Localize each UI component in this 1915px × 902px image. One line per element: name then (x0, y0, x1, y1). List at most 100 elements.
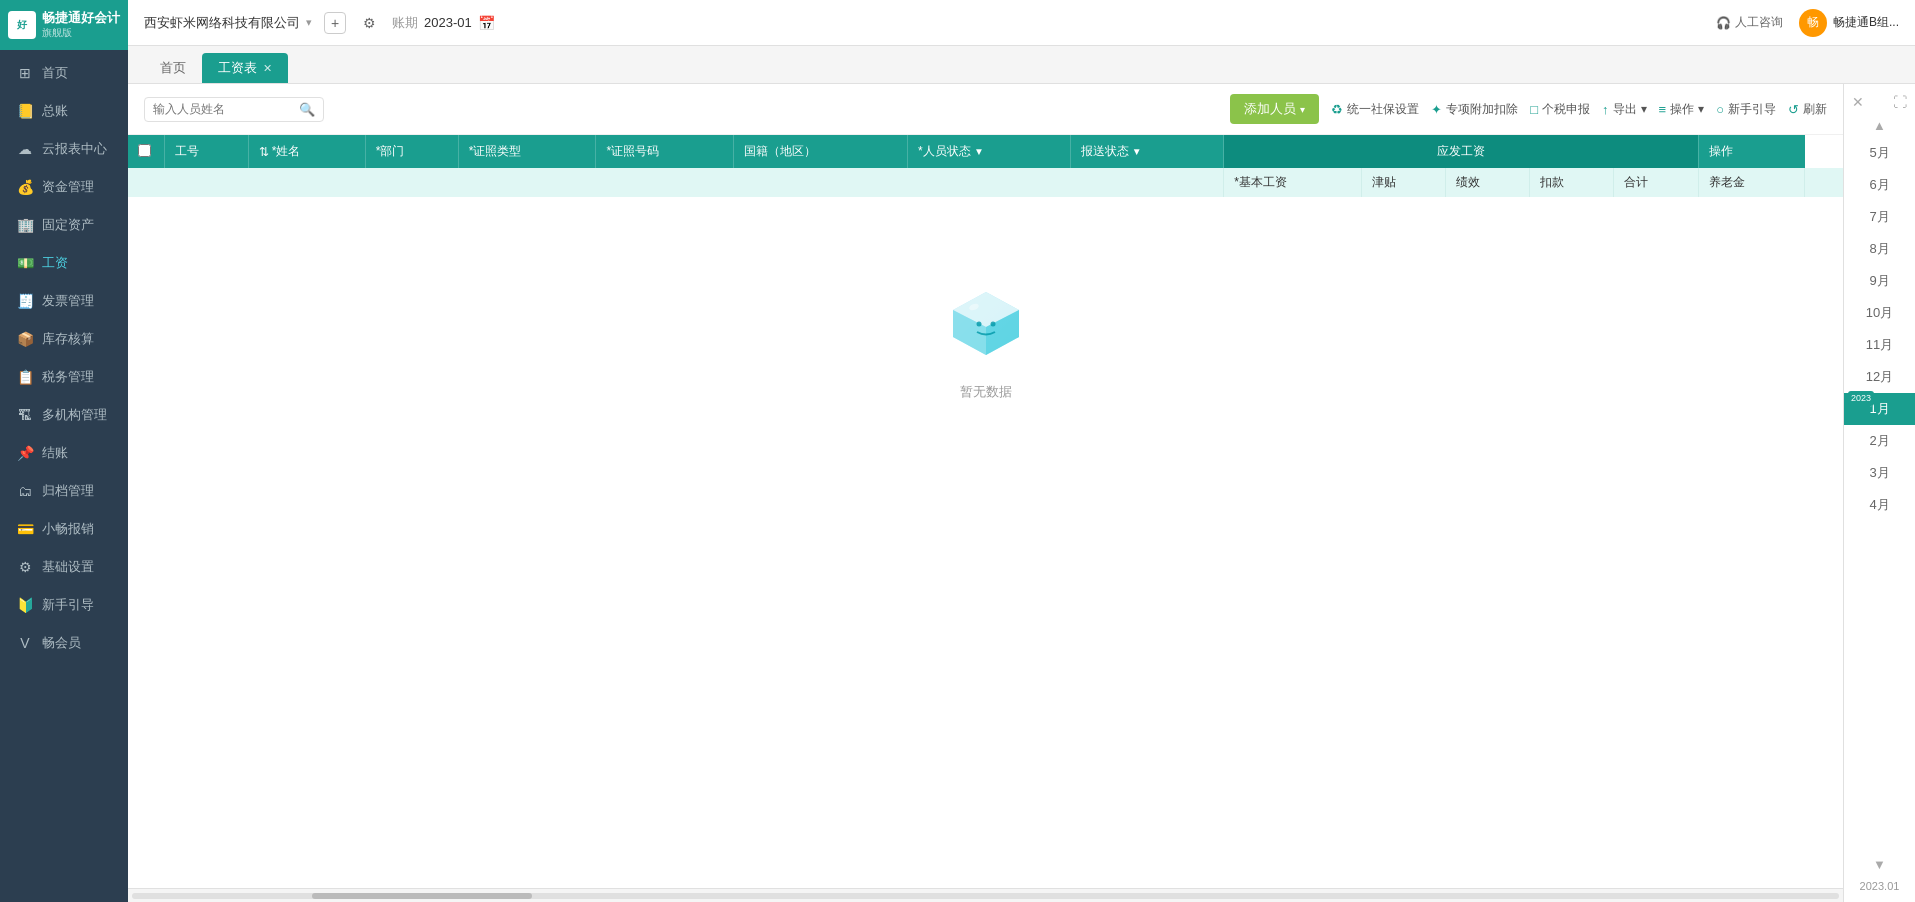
guide-action[interactable]: ○ 新手引导 (1716, 101, 1776, 118)
th-yingfa-salary: 应发工资 (1224, 135, 1698, 168)
sidebar-item-label: 税务管理 (42, 368, 94, 386)
month-item-2022-6[interactable]: 6月 (1844, 169, 1915, 201)
month-item-2023-2[interactable]: 2月 (1844, 425, 1915, 457)
deduction-action[interactable]: ✦ 专项附加扣除 (1431, 101, 1518, 118)
month-item-2022-8[interactable]: 8月 (1844, 233, 1915, 265)
month-scroll-down[interactable]: ▼ (1844, 853, 1915, 876)
month-item-2022-5[interactable]: 5月 (1844, 137, 1915, 169)
operations-action[interactable]: ≡ 操作 ▾ (1659, 101, 1705, 118)
sidebar-item-expense[interactable]: 💳 小畅报销 (0, 510, 128, 548)
funds-icon: 💰 (16, 179, 34, 195)
sidebar-item-guide[interactable]: 🔰 新手引导 (0, 586, 128, 624)
sidebar-item-label: 新手引导 (42, 596, 94, 614)
th-region: 国籍（地区） (734, 135, 908, 168)
refresh-action[interactable]: ↺ 刷新 (1788, 101, 1827, 118)
service-button[interactable]: 🎧 人工咨询 (1716, 14, 1783, 31)
month-item-2022-10[interactable]: 10月 (1844, 297, 1915, 329)
sidebar-item-ledger[interactable]: 📒 总账 (0, 92, 128, 130)
scrollbar-track[interactable] (132, 893, 1839, 899)
company-selector[interactable]: 西安虾米网络科技有限公司 ▾ (144, 14, 312, 32)
tax-report-icon: □ (1530, 102, 1538, 117)
tax-icon: 📋 (16, 369, 34, 385)
search-input[interactable] (153, 102, 293, 116)
tab-salary-close[interactable]: ✕ (263, 62, 272, 75)
deduction-label: 专项附加扣除 (1446, 101, 1518, 118)
archive-icon: 🗂 (16, 483, 34, 499)
member-icon: V (16, 635, 34, 651)
table-header-row: 工号 ⇅ *姓名 *部门 *证照类型 *证照号码 国籍（地 (128, 135, 1843, 168)
ledger-icon: 📒 (16, 103, 34, 119)
month-scroll-up[interactable]: ▲ (1844, 114, 1915, 137)
export-dropdown-icon: ▾ (1641, 102, 1647, 116)
sidebar-item-label: 发票管理 (42, 292, 94, 310)
topbar-right: 🎧 人工咨询 畅 畅捷通B组... (1716, 9, 1899, 37)
th-name[interactable]: ⇅ *姓名 (248, 135, 365, 168)
sidebar-item-tax[interactable]: 📋 税务管理 (0, 358, 128, 396)
sidebar-item-home[interactable]: ⊞ 首页 (0, 54, 128, 92)
tax-report-action[interactable]: □ 个税申报 (1530, 101, 1590, 118)
sidebar-item-closing[interactable]: 📌 结账 (0, 434, 128, 472)
th-report-status[interactable]: 报送状态 ▼ (1070, 135, 1224, 168)
filter-icon-status: ▼ (974, 146, 984, 157)
sidebar-item-fixed-assets[interactable]: 🏢 固定资产 (0, 206, 128, 244)
settings-button[interactable]: ⚙ (358, 12, 380, 34)
home-icon: ⊞ (16, 65, 34, 81)
main-area: 西安虾米网络科技有限公司 ▾ + ⚙ 账期 2023-01 📅 🎧 人工咨询 畅… (128, 0, 1915, 902)
sidebar-item-label: 云报表中心 (42, 140, 107, 158)
th-checkbox[interactable] (128, 135, 164, 168)
th-operations: 操作 (1698, 135, 1805, 168)
month-item-2022-7[interactable]: 7月 (1844, 201, 1915, 233)
month-panel-expand-icon[interactable]: ⛶ (1893, 94, 1907, 110)
calendar-icon[interactable]: 📅 (478, 15, 495, 31)
table-wrapper: 工号 ⇅ *姓名 *部门 *证照类型 *证照号码 国籍（地 (128, 135, 1843, 888)
month-item-2023-1[interactable]: 2023 1月 (1844, 393, 1915, 425)
sidebar-item-label: 总账 (42, 102, 68, 120)
month-label: 10月 (1866, 304, 1893, 322)
sidebar-item-settings[interactable]: ⚙ 基础设置 (0, 548, 128, 586)
settings-icon: ⚙ (16, 559, 34, 575)
app-logo: 好 畅捷通好会计 旗舰版 (0, 0, 128, 50)
export-action[interactable]: ↑ 导出 ▾ (1602, 101, 1647, 118)
add-person-button[interactable]: 添加人员 ▾ (1230, 94, 1319, 124)
sidebar-item-multi-org[interactable]: 🏗 多机构管理 (0, 396, 128, 434)
social-insurance-action[interactable]: ♻ 统一社保设置 (1331, 101, 1419, 118)
toolbar-right: 添加人员 ▾ ♻ 统一社保设置 ✦ 专项附加扣除 □ 个税申报 (1230, 94, 1827, 124)
month-panel-close-icon[interactable]: ✕ (1852, 94, 1864, 110)
month-label: 2月 (1869, 432, 1889, 450)
month-label: 7月 (1869, 208, 1889, 226)
month-item-2023-4[interactable]: 4月 (1844, 489, 1915, 521)
th-status[interactable]: *人员状态 ▼ (908, 135, 1071, 168)
empty-text: 暂无数据 (960, 383, 1012, 401)
month-panel-header: ✕ ⛶ (1844, 90, 1915, 114)
sidebar-item-inventory[interactable]: 📦 库存核算 (0, 320, 128, 358)
inventory-icon: 📦 (16, 331, 34, 347)
sidebar-item-member[interactable]: V 畅会员 (0, 624, 128, 662)
sidebar-item-cloud-report[interactable]: ☁ 云报表中心 (0, 130, 128, 168)
sidebar-item-funds[interactable]: 💰 资金管理 (0, 168, 128, 206)
scrollbar-thumb[interactable] (312, 893, 532, 899)
search-wrap[interactable]: 🔍 (144, 97, 324, 122)
th-id-number: *证照号码 (596, 135, 734, 168)
tab-salary[interactable]: 工资表 ✕ (202, 53, 288, 83)
sidebar-item-invoice[interactable]: 🧾 发票管理 (0, 282, 128, 320)
export-icon: ↑ (1602, 102, 1609, 117)
sidebar-item-archive[interactable]: 🗂 归档管理 (0, 472, 128, 510)
add-company-button[interactable]: + (324, 12, 346, 34)
month-label: 9月 (1869, 272, 1889, 290)
user-menu[interactable]: 畅 畅捷通B组... (1799, 9, 1899, 37)
sidebar-item-salary[interactable]: 💵 工资 (0, 244, 128, 282)
month-item-2022-11[interactable]: 11月 (1844, 329, 1915, 361)
empty-state: 暂无数据 (128, 197, 1843, 481)
sidebar: 好 畅捷通好会计 旗舰版 ⊞ 首页 📒 总账 ☁ 云报表中心 💰 资金管理 🏢 … (0, 0, 128, 902)
month-item-2023-3[interactable]: 3月 (1844, 457, 1915, 489)
refresh-icon: ↺ (1788, 102, 1799, 117)
logo-text-wrap: 畅捷通好会计 旗舰版 (42, 10, 120, 40)
tab-salary-label: 工资表 (218, 59, 257, 77)
month-item-2022-12[interactable]: 12月 (1844, 361, 1915, 393)
month-label: 4月 (1869, 496, 1889, 514)
service-icon: 🎧 (1716, 16, 1731, 30)
month-item-2022-9[interactable]: 9月 (1844, 265, 1915, 297)
account-period: 账期 2023-01 📅 (392, 14, 495, 32)
tab-home[interactable]: 首页 (144, 53, 202, 83)
select-all-checkbox[interactable] (138, 144, 151, 157)
